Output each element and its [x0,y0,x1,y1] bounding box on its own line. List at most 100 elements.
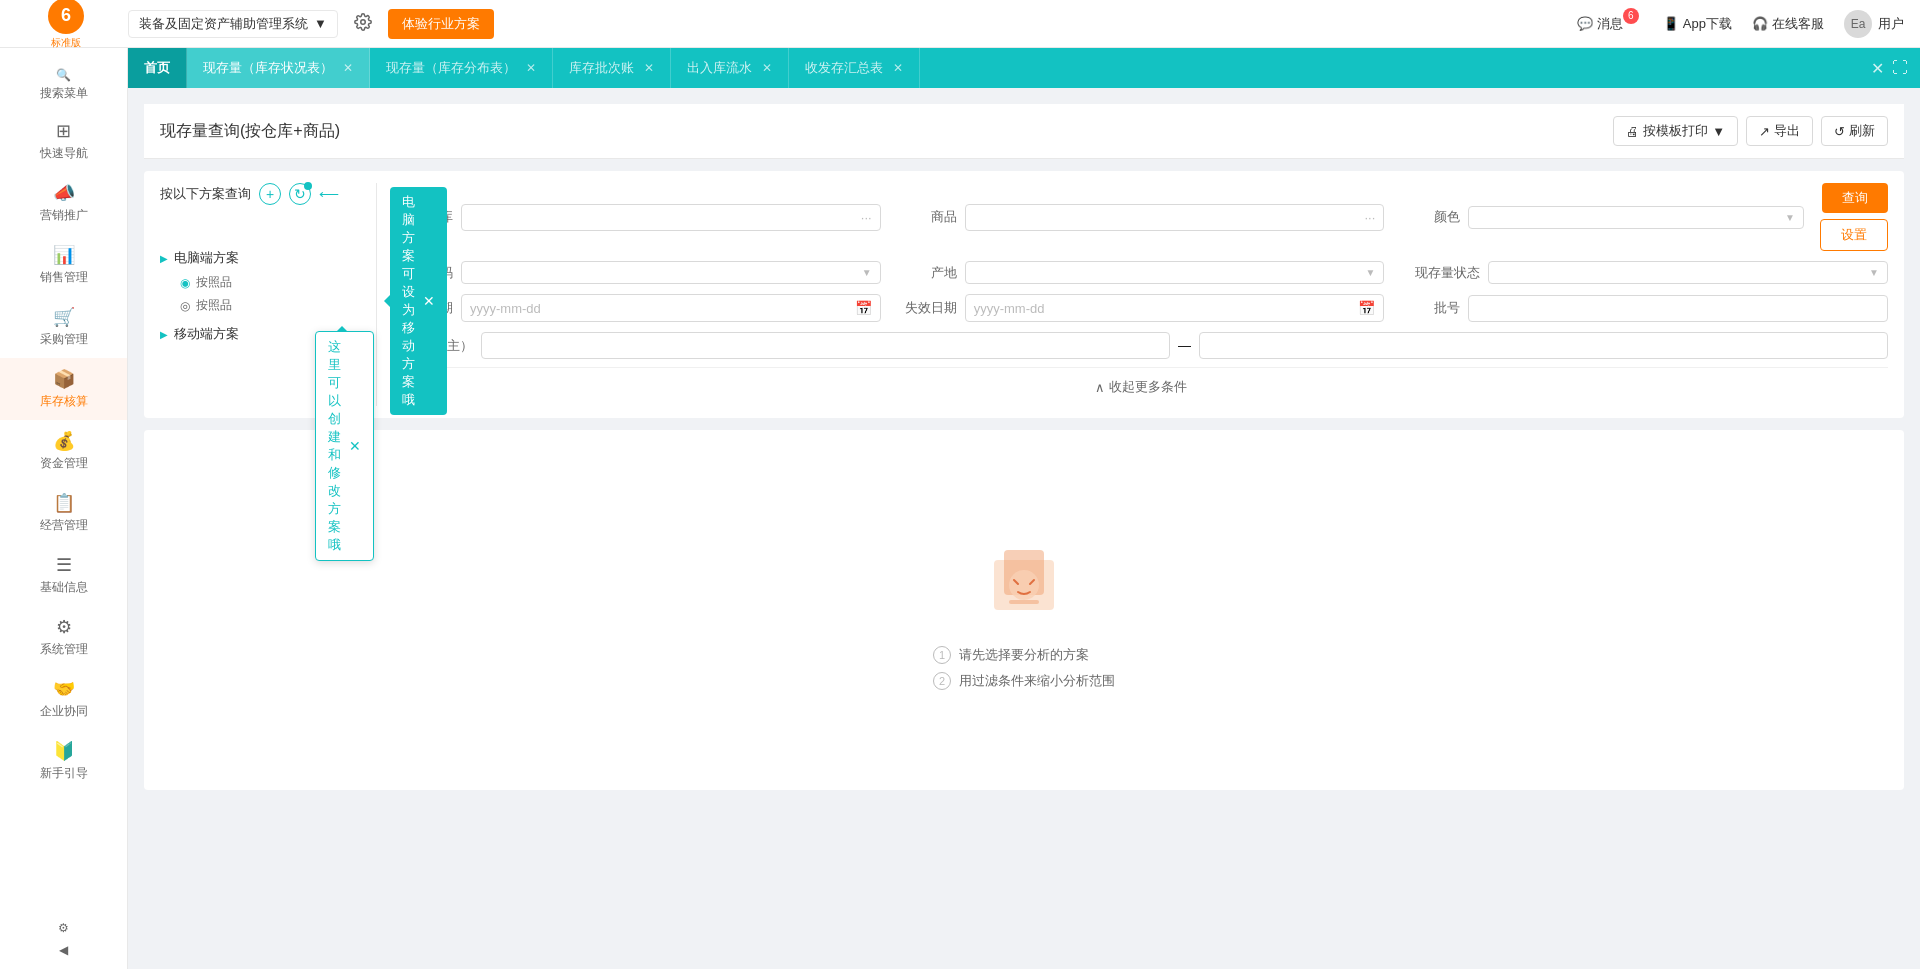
sidebar-item-marketing[interactable]: 📣 营销推广 [0,172,127,234]
close-scheme-tooltip-btn[interactable]: ✕ [423,293,435,309]
left-arrow-icon[interactable]: ⟵ [319,186,339,202]
main-layout: 🔍 搜索菜单 ⊞ 快速导航 📣 营销推广 📊 销售管理 🛒 采购管理 [0,48,1920,969]
industry-btn[interactable]: 体验行业方案 [388,9,494,39]
main-content: 现存量查询(按仓库+商品) 🖨 按模板打印 ▼ ↗ 导出 ↺ [128,88,1920,969]
money-icon: 💰 [53,430,75,452]
app-download-btn[interactable]: 📱 App下载 [1663,15,1732,33]
close-all-tabs-btn[interactable]: ✕ [1871,59,1884,78]
box-icon: 📦 [53,368,75,390]
chevron-right-mobile-icon: ▶ [160,329,168,340]
refresh-scheme-btn[interactable]: ↻ [289,183,311,205]
origin-arrow-icon: ▼ [1365,267,1375,278]
expiry-date-input[interactable]: yyyy-mm-dd 📅 [965,294,1385,322]
sidebar-item-basic[interactable]: ☰ 基础信息 [0,544,127,606]
sidebar-item-finance[interactable]: 💰 资金管理 [0,420,127,482]
field-origin: 产地 ▼ [897,261,1385,284]
production-date-input[interactable]: yyyy-mm-dd 📅 [461,294,881,322]
sidebar-item-quick-nav[interactable]: ⊞ 快速导航 [0,110,127,172]
top-bar-right: 💬 消息 6 📱 App下载 🎧 在线客服 Ea 用户 [1577,10,1904,38]
batch-input[interactable] [1468,295,1888,322]
tab-inventory-status[interactable]: 现存量（库存状况表） ✕ [187,48,370,88]
radio-icon-2: ◎ [180,299,190,313]
origin-select[interactable]: ▼ [965,261,1385,284]
settings-icon-btn[interactable] [350,9,376,38]
tab-inout-flow[interactable]: 出入库流水 ✕ [671,48,789,88]
page-header: 现存量查询(按仓库+商品) 🖨 按模板打印 ▼ ↗ 导出 ↺ [144,104,1904,159]
sidebar-item-sales[interactable]: 📊 销售管理 [0,234,127,296]
sidebar-item-system[interactable]: ⚙ 系统管理 [0,606,127,668]
scheme-tooltip: 电脑方案可设为移动方案哦 ✕ [390,187,447,415]
app-container: 6 标准版 装备及固定资产辅助管理系统 ▼ 体验行业方案 💬 消息 6 📱 Ap… [0,0,1920,969]
scheme-item-2[interactable]: ◎ 按照品 [180,294,360,317]
tab-actions: ✕ ⛶ [1859,59,1920,78]
tab-batch-account[interactable]: 库存批次账 ✕ [553,48,671,88]
stock-status-select[interactable]: ▼ [1488,261,1888,284]
field-production-date: 生产日期 yyyy-mm-dd 📅 [393,294,881,322]
size-arrow-icon: ▼ [862,267,872,278]
reset-btn[interactable]: 设置 [1820,219,1888,251]
maximize-btn[interactable]: ⛶ [1892,59,1908,77]
chevron-down-icon: ▼ [314,16,327,31]
calendar-icon-1[interactable]: 📅 [855,300,872,316]
sidebar: 🔍 搜索菜单 ⊞ 快速导航 📣 营销推广 📊 销售管理 🛒 采购管理 [0,48,128,969]
close-edit-tooltip-btn[interactable]: ✕ [349,438,361,454]
user-area[interactable]: Ea 用户 [1844,10,1904,38]
sidebar-collapse-btn[interactable]: ◀ [59,943,68,957]
filter-area: 按以下方案查询 + ↻ ⟵ 电脑方案可设为移动方案哦 ✕ [144,171,1904,418]
sidebar-item-purchase[interactable]: 🛒 采购管理 [0,296,127,358]
color-select[interactable]: ▼ [1468,206,1804,229]
step-num-2: 2 [933,672,951,690]
top-bar: 6 标准版 装备及固定资产辅助管理系统 ▼ 体验行业方案 💬 消息 6 📱 Ap… [0,0,1920,48]
message-icon: 💬 [1577,16,1593,31]
system-select[interactable]: 装备及固定资产辅助管理系统 ▼ [128,10,338,38]
tab-close-inout-flow[interactable]: ✕ [762,61,772,75]
scheme-item-1[interactable]: ◉ 按照品 [180,271,360,294]
guide-icon: 🔰 [53,740,75,762]
step-num-1: 1 [933,646,951,664]
sidebar-search[interactable]: 🔍 搜索菜单 [0,60,127,110]
stock-min-input[interactable] [481,332,1170,359]
tab-close-recv-send[interactable]: ✕ [893,61,903,75]
scheme-group-desktop-header[interactable]: ▶ 电脑端方案 [160,245,360,271]
filter-label: 按以下方案查询 [160,185,251,203]
grid-icon: ⊞ [56,120,71,142]
tab-close-inventory-status[interactable]: ✕ [343,61,353,75]
sidebar-item-inventory[interactable]: 📦 库存核算 [0,358,127,420]
print-btn[interactable]: 🖨 按模板打印 ▼ [1613,116,1738,146]
tab-close-inventory-dist[interactable]: ✕ [526,61,536,75]
refresh-btn[interactable]: ↺ 刷新 [1821,116,1888,146]
empty-step-1: 1 请先选择要分析的方案 [933,646,1115,664]
sidebar-item-enterprise[interactable]: 🤝 企业协同 [0,668,127,730]
messages-btn[interactable]: 💬 消息 6 [1577,15,1643,33]
tab-home[interactable]: 首页 [128,48,187,88]
scheme-panel: 按以下方案查询 + ↻ ⟵ 电脑方案可设为移动方案哦 ✕ [160,183,360,406]
calendar-icon-2[interactable]: 📅 [1358,300,1375,316]
tab-close-batch-account[interactable]: ✕ [644,61,654,75]
size-select[interactable]: ▼ [461,261,881,284]
online-support-btn[interactable]: 🎧 在线客服 [1752,15,1824,33]
stock-max-input[interactable] [1199,332,1888,359]
field-stock-status: 现存量状态 ▼ [1400,261,1888,284]
search-btn[interactable]: 查询 [1822,183,1888,213]
sidebar-item-guide[interactable]: 🔰 新手引导 [0,730,127,792]
sidebar-top: 🔍 搜索菜单 ⊞ 快速导航 📣 营销推广 📊 销售管理 🛒 采购管理 [0,48,127,804]
headset-icon: 🎧 [1752,16,1768,31]
warehouse-select[interactable]: ··· [461,204,881,231]
printer-icon: 🖨 [1626,124,1639,139]
sidebar-item-operations[interactable]: 📋 经营管理 [0,482,127,544]
tab-inventory-dist[interactable]: 现存量（库存分布表） ✕ [370,48,553,88]
product-dots[interactable]: ··· [1364,210,1375,225]
svg-rect-6 [1009,600,1039,604]
collapse-more-btn[interactable]: ∧ 收起更多条件 [393,367,1888,406]
user-label: 用户 [1878,15,1904,33]
add-scheme-btn[interactable]: + [259,183,281,205]
sidebar-settings-btn[interactable]: ⚙ [58,921,69,935]
chevron-up-icon: ∧ [1095,380,1105,395]
radio-icon: ◉ [180,276,190,290]
export-btn[interactable]: ↗ 导出 [1746,116,1813,146]
warehouse-dots[interactable]: ··· [861,210,872,225]
clipboard-icon: 📋 [53,492,75,514]
tab-recv-send[interactable]: 收发存汇总表 ✕ [789,48,920,88]
page-title: 现存量查询(按仓库+商品) [160,121,340,142]
product-select[interactable]: ··· [965,204,1385,231]
